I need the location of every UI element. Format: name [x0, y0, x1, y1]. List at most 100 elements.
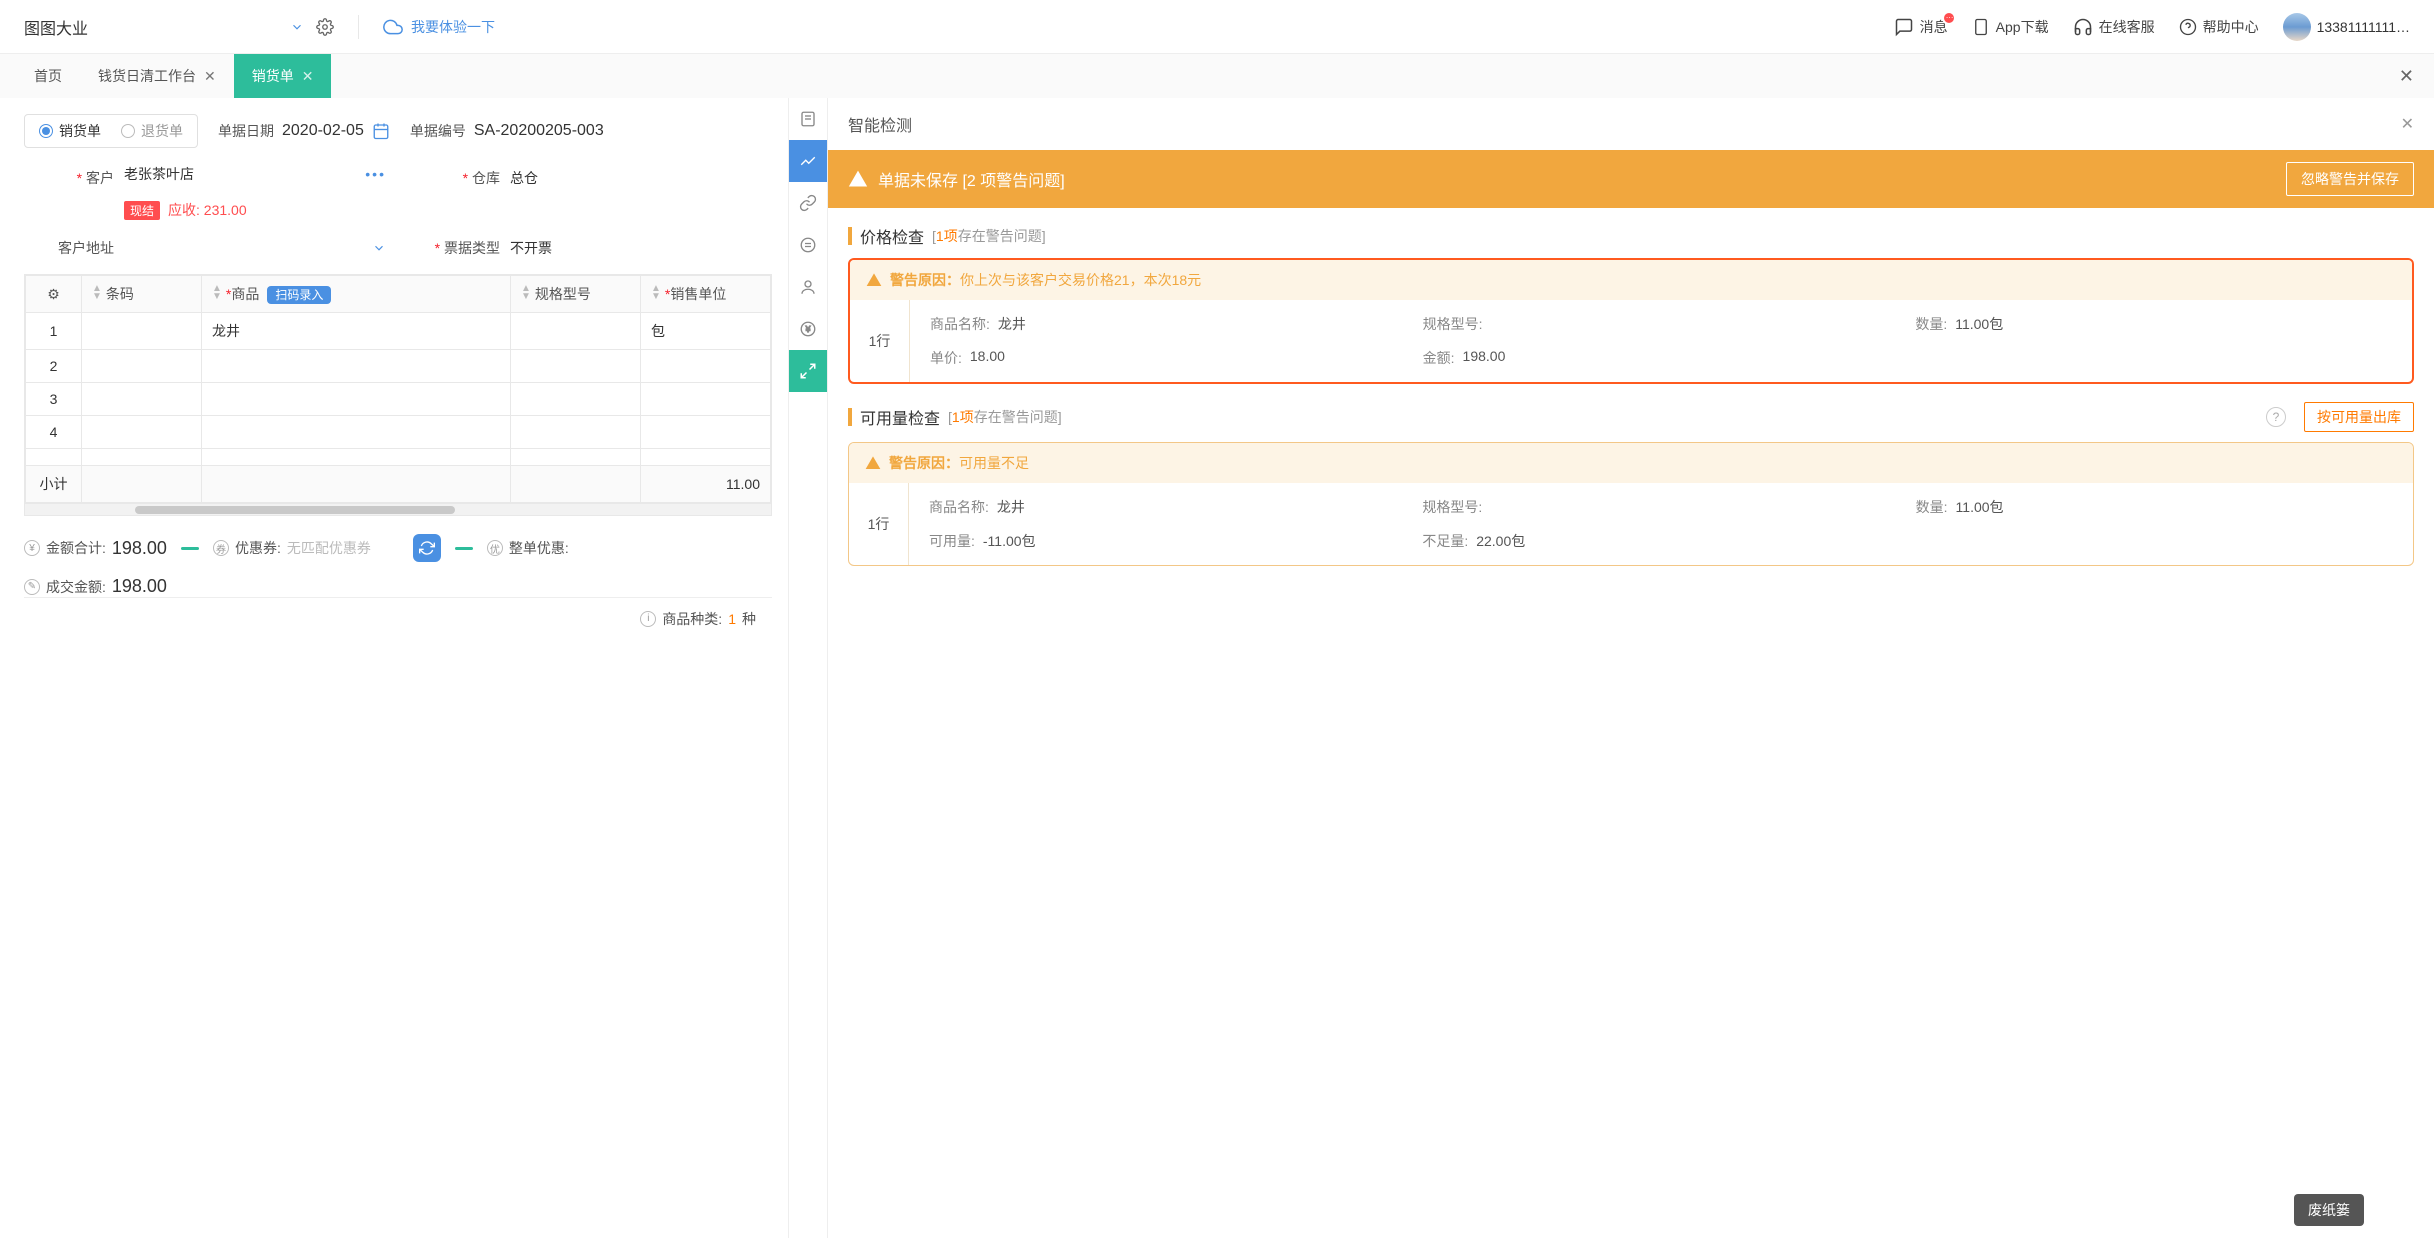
rail-link-button[interactable]: [789, 182, 827, 224]
section-bar-icon: [848, 227, 852, 245]
user-phone: 13381111111…: [2317, 19, 2410, 35]
company-select[interactable]: 图图大业: [24, 15, 304, 39]
chevron-down-icon[interactable]: [372, 241, 386, 255]
sort-icon: ▲▼: [651, 285, 661, 301]
rail-exchange-button[interactable]: [789, 224, 827, 266]
reason-text: 你上次与该客户交易价格21，本次18元: [960, 272, 1201, 288]
table-row[interactable]: 4: [26, 416, 771, 449]
table-row[interactable]: 1龙井包: [26, 313, 771, 350]
row-tag: 1行: [850, 300, 910, 382]
label: 单据编号: [410, 121, 466, 141]
rail-chart-button[interactable]: [789, 140, 827, 182]
app-download-button[interactable]: App下载: [1972, 17, 2049, 37]
rail-expand-button[interactable]: [789, 350, 827, 392]
value: 不开票: [510, 238, 552, 258]
tab-home[interactable]: 首页: [16, 54, 80, 98]
headset-icon: [2073, 17, 2093, 37]
avatar: [2283, 13, 2311, 41]
table-row[interactable]: 3: [26, 383, 771, 416]
reason-text: 可用量不足: [959, 455, 1029, 471]
kv-short: 不足量:22.00包: [1422, 531, 1899, 551]
row-tag: 1行: [849, 483, 909, 565]
bill-date-field[interactable]: 单据日期 2020-02-05: [218, 121, 390, 141]
warehouse-field[interactable]: 仓库 总仓: [410, 164, 772, 220]
banner-text: 单据未保存 [2 项警告问题]: [878, 167, 1065, 191]
gear-icon[interactable]: [316, 18, 334, 36]
smart-detect-panel: 智能检测 ✕ 单据未保存 [2 项警告问题] 忽略警告并保存 价格检查 [1项存…: [828, 98, 2434, 1238]
app-download-label: App下载: [1996, 17, 2049, 37]
kv-qty: 数量:11.00包: [1915, 314, 2392, 334]
tab-sales-order[interactable]: 销货单 ✕: [234, 54, 332, 98]
col-spec[interactable]: ▲▼规格型号: [511, 276, 641, 313]
invoice-type-field[interactable]: 票据类型 不开票: [410, 234, 772, 262]
close-all-tabs-button[interactable]: ✕: [2379, 66, 2434, 87]
table-row[interactable]: 2: [26, 350, 771, 383]
rail-person-button[interactable]: [789, 266, 827, 308]
receivable-value: 231.00: [204, 202, 247, 218]
availability-check-section: 可用量检查 [1项存在警告问题] ? 按可用量出库 警告原因：可用量不足 1行 …: [828, 402, 2434, 584]
radio-label: 退货单: [141, 121, 183, 141]
side-rail: ¥: [788, 98, 828, 1238]
customer-address-field[interactable]: 客户地址: [24, 234, 386, 262]
warning-icon: [848, 169, 868, 189]
cloud-icon: [383, 17, 403, 37]
order-discount-field[interactable]: 优 整单优惠:: [487, 538, 569, 558]
col-product[interactable]: ▲▼*商品扫码录入: [202, 276, 511, 313]
help-icon[interactable]: ?: [2266, 407, 2286, 427]
value: 2020-02-05: [282, 122, 364, 140]
warning-card: 警告原因：你上次与该客户交易价格21，本次18元 1行 商品名称:龙井 规格型号…: [848, 258, 2414, 384]
radio-return[interactable]: 退货单: [121, 121, 183, 141]
radio-label: 销货单: [59, 121, 101, 141]
sort-icon: ▲▼: [521, 285, 531, 301]
messages-button[interactable]: 消息: [1894, 17, 1948, 37]
customer-field[interactable]: 客户 老张茶叶店 ••• 现结 应收: 231.00: [24, 164, 386, 220]
sort-icon: ▲▼: [92, 285, 102, 301]
close-icon[interactable]: ✕: [302, 68, 314, 85]
label: 仓库: [410, 164, 500, 188]
ship-by-available-button[interactable]: 按可用量出库: [2304, 402, 2414, 432]
support-label: 在线客服: [2099, 17, 2155, 37]
rail-yen-button[interactable]: ¥: [789, 308, 827, 350]
value: SA-20200205-003: [474, 122, 604, 140]
kv-amt: 金额:198.00: [1423, 348, 1900, 368]
col-barcode[interactable]: ▲▼条码: [82, 276, 202, 313]
minus-icon: [455, 547, 473, 550]
kv-spec: 规格型号:: [1423, 314, 1900, 334]
trash-button[interactable]: 废纸篓: [2294, 1194, 2364, 1226]
deal-amount: ✎ 成交金额: 198.00: [24, 576, 167, 597]
reason-label: 警告原因：: [889, 455, 959, 471]
reason-label: 警告原因：: [890, 272, 960, 288]
close-icon[interactable]: ✕: [2401, 114, 2414, 134]
close-icon[interactable]: ✕: [204, 68, 216, 85]
message-icon: [1894, 17, 1914, 37]
kv-name: 商品名称:龙井: [929, 497, 1406, 517]
rail-doc-button[interactable]: [789, 98, 827, 140]
subtotal-row: 小计11.00: [26, 466, 771, 503]
info-icon: i: [640, 611, 656, 627]
horizontal-scrollbar[interactable]: [25, 503, 771, 515]
customer-value: 老张茶叶店: [124, 164, 194, 184]
section-subtext: [1项存在警告问题]: [948, 407, 1062, 427]
label: 客户地址: [24, 234, 114, 258]
refresh-button[interactable]: [413, 534, 441, 562]
table-row[interactable]: [26, 449, 771, 466]
coupon-field[interactable]: 券 优惠券: 无匹配优惠券: [213, 534, 441, 562]
section-name: 可用量检查: [860, 405, 940, 429]
coupon-input[interactable]: 无匹配优惠券: [287, 538, 407, 558]
try-experience-link[interactable]: 我要体验一下: [383, 17, 495, 37]
tab-workbench[interactable]: 钱货日清工作台 ✕: [80, 54, 234, 98]
user-menu[interactable]: 13381111111…: [2283, 13, 2410, 41]
calendar-icon[interactable]: [372, 122, 390, 140]
radio-sales[interactable]: 销货单: [39, 121, 101, 141]
more-icon[interactable]: •••: [365, 166, 386, 182]
product-table: ⚙ ▲▼条码 ▲▼*商品扫码录入 ▲▼规格型号 ▲▼*销售单位 1龙井包 2 3…: [24, 274, 772, 516]
tab-label: 销货单: [252, 66, 294, 86]
col-unit[interactable]: ▲▼*销售单位: [641, 276, 771, 313]
kv-price: 单价:18.00: [930, 348, 1407, 368]
help-center-button[interactable]: 帮助中心: [2179, 17, 2259, 37]
scan-input-button[interactable]: 扫码录入: [267, 286, 331, 304]
ignore-save-button[interactable]: 忽略警告并保存: [2286, 162, 2414, 196]
scrollbar-thumb[interactable]: [135, 506, 455, 514]
table-settings-button[interactable]: ⚙: [26, 276, 82, 313]
online-support-button[interactable]: 在线客服: [2073, 17, 2155, 37]
